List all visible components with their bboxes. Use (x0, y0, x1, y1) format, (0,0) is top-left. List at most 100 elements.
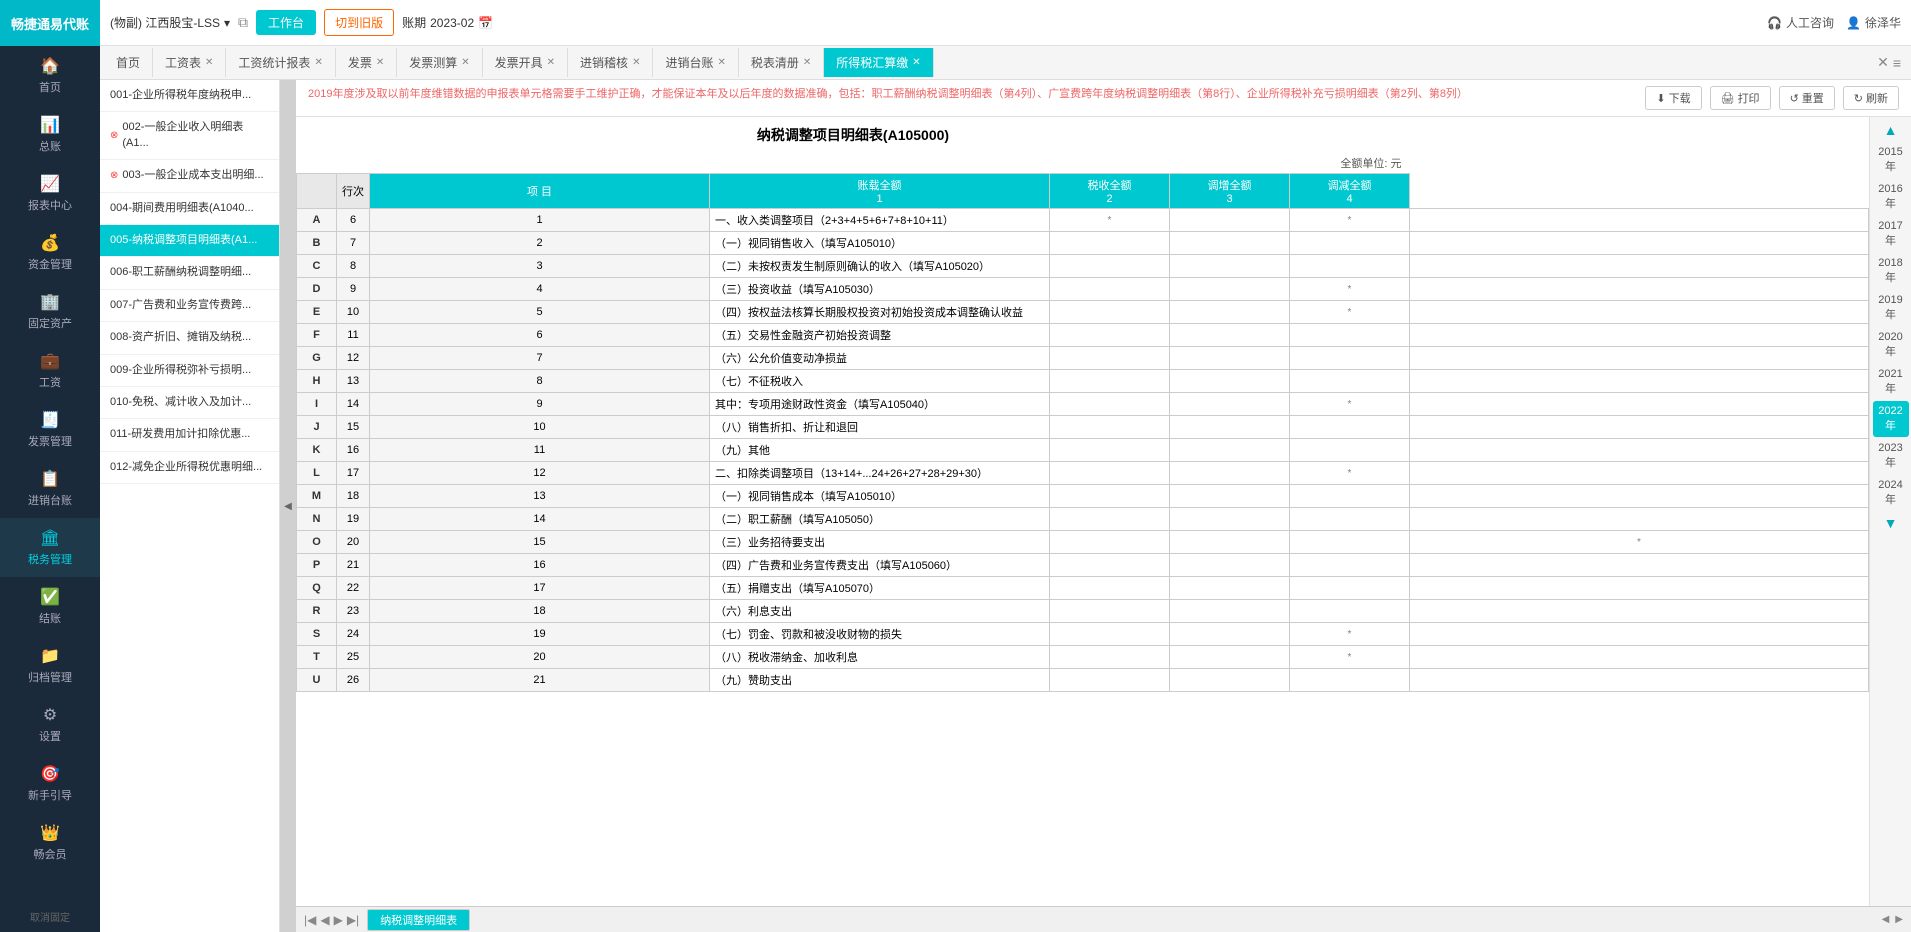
year-button[interactable]: 2019年 (1873, 290, 1909, 326)
download-button[interactable]: ⬇ 下载 (1645, 86, 1701, 110)
refresh-button[interactable]: ↻ 刷新 (1843, 86, 1899, 110)
col3-cell[interactable]: * (1290, 393, 1410, 416)
panel-collapse-button[interactable]: ◀ (280, 80, 296, 932)
col1-cell[interactable] (1050, 485, 1170, 508)
col3-cell[interactable] (1290, 600, 1410, 623)
year-button[interactable]: 2015年 (1873, 142, 1909, 178)
left-item-001[interactable]: 001-企业所得税年度纳税申... (100, 80, 279, 112)
col2-cell[interactable] (1170, 508, 1290, 531)
tab-invoice-close[interactable]: ✕ (376, 57, 384, 68)
col1-cell[interactable] (1050, 531, 1170, 554)
col1-cell[interactable] (1050, 439, 1170, 462)
col1-cell[interactable] (1050, 301, 1170, 324)
table-container[interactable]: 纳税调整项目明细表(A105000) 全额单位: 元 行次 项 目 账载全额1 … (296, 117, 1869, 906)
col1-cell[interactable] (1050, 232, 1170, 255)
sidebar-item-tax[interactable]: 🏛 税务管理 (0, 518, 100, 577)
sidebar-item-close[interactable]: ✅ 结账 (0, 577, 100, 636)
col4-cell[interactable] (1410, 255, 1869, 278)
col2-cell[interactable] (1170, 485, 1290, 508)
workbench-button[interactable]: 工作台 (256, 10, 316, 35)
tab-purchase-ledger-close[interactable]: ✕ (717, 57, 725, 68)
tab-payroll-stats-close[interactable]: ✕ (314, 57, 322, 68)
human-service-link[interactable]: 🎧 人工咨询 (1767, 14, 1834, 31)
sidebar-item-invoice[interactable]: 🧾 发票管理 (0, 400, 100, 459)
tab-close-all-icon[interactable]: ✕ (1877, 54, 1889, 71)
col3-cell[interactable] (1290, 577, 1410, 600)
col4-cell[interactable] (1410, 554, 1869, 577)
tab-invoice-calc[interactable]: 发票测算 ✕ (397, 48, 482, 77)
col3-cell[interactable] (1290, 508, 1410, 531)
company-selector[interactable]: (物副) 江西股宝-LSS ▾ (110, 14, 230, 31)
sidebar-item-home[interactable]: 🏠 首页 (0, 46, 100, 105)
col3-cell[interactable] (1290, 554, 1410, 577)
col4-cell[interactable] (1410, 324, 1869, 347)
sheet-nav-next[interactable]: ▶ (334, 913, 343, 927)
col3-cell[interactable]: * (1290, 209, 1410, 232)
col1-cell[interactable] (1050, 554, 1170, 577)
year-button[interactable]: 2020年 (1873, 327, 1909, 363)
col2-cell[interactable] (1170, 623, 1290, 646)
col3-cell[interactable]: * (1290, 623, 1410, 646)
print-button[interactable]: 🖨 打印 (1710, 86, 1771, 110)
col3-cell[interactable] (1290, 324, 1410, 347)
year-button[interactable]: 2023年 (1873, 438, 1909, 474)
sheet-nav-prev[interactable]: ◀ (320, 913, 329, 927)
tab-invoice[interactable]: 发票 ✕ (336, 48, 397, 77)
col2-cell[interactable] (1170, 370, 1290, 393)
col2-cell[interactable] (1170, 393, 1290, 416)
col4-cell[interactable] (1410, 416, 1869, 439)
col1-cell[interactable] (1050, 324, 1170, 347)
col2-cell[interactable] (1170, 439, 1290, 462)
year-button[interactable]: 2017年 (1873, 216, 1909, 252)
tab-tax-register[interactable]: 税表清册 ✕ (739, 48, 824, 77)
tab-income-tax-close[interactable]: ✕ (912, 57, 920, 68)
col1-cell[interactable] (1050, 278, 1170, 301)
sheet-nav-last[interactable]: ▶| (347, 913, 359, 927)
col4-cell[interactable] (1410, 646, 1869, 669)
col1-cell[interactable] (1050, 623, 1170, 646)
sidebar-item-purchase-sales[interactable]: 📋 进销台账 (0, 459, 100, 518)
col4-cell[interactable] (1410, 600, 1869, 623)
left-item-002[interactable]: ⊗ 002-一般企业收入明细表(A1... (100, 112, 279, 160)
year-button[interactable]: 2024年 (1873, 475, 1909, 511)
tab-home[interactable]: 首页 (104, 48, 153, 77)
tab-menu-icon[interactable]: ≡ (1893, 55, 1901, 71)
tab-payroll[interactable]: 工资表 ✕ (153, 48, 226, 77)
tab-purchase-ledger[interactable]: 进销台账 ✕ (653, 48, 738, 77)
sidebar-item-reports[interactable]: 📈 报表中心 (0, 164, 100, 223)
left-item-009[interactable]: 009-企业所得税弥补亏损明... (100, 355, 279, 387)
sidebar-item-archive[interactable]: 📁 归档管理 (0, 636, 100, 695)
sidebar-item-settings[interactable]: ⚙ 设置 (0, 695, 100, 754)
sheet-tab-adjust[interactable]: 纳税调整明细表 (367, 909, 470, 931)
col1-cell[interactable] (1050, 646, 1170, 669)
col4-cell[interactable] (1410, 232, 1869, 255)
col4-cell[interactable] (1410, 278, 1869, 301)
col3-cell[interactable] (1290, 485, 1410, 508)
col4-cell[interactable] (1410, 485, 1869, 508)
col2-cell[interactable] (1170, 669, 1290, 692)
col3-cell[interactable]: * (1290, 462, 1410, 485)
col2-cell[interactable] (1170, 324, 1290, 347)
col4-cell[interactable] (1410, 669, 1869, 692)
col2-cell[interactable] (1170, 600, 1290, 623)
col4-cell[interactable] (1410, 347, 1869, 370)
col3-cell[interactable] (1290, 370, 1410, 393)
col1-cell[interactable] (1050, 255, 1170, 278)
col4-cell[interactable] (1410, 462, 1869, 485)
tab-purchase-audit-close[interactable]: ✕ (632, 57, 640, 68)
tab-invoice-issue[interactable]: 发票开具 ✕ (483, 48, 568, 77)
left-item-007[interactable]: 007-广告费和业务宣传费跨... (100, 290, 279, 322)
tab-payroll-close[interactable]: ✕ (205, 57, 213, 68)
sheet-nav-first[interactable]: |◀ (304, 913, 316, 927)
col2-cell[interactable] (1170, 255, 1290, 278)
col3-cell[interactable] (1290, 531, 1410, 554)
scroll-left-icon[interactable]: ◀ (1882, 914, 1890, 925)
col1-cell[interactable] (1050, 393, 1170, 416)
col1-cell[interactable] (1050, 416, 1170, 439)
col3-cell[interactable] (1290, 232, 1410, 255)
col3-cell[interactable] (1290, 347, 1410, 370)
col2-cell[interactable] (1170, 347, 1290, 370)
col4-cell[interactable] (1410, 623, 1869, 646)
tab-income-tax[interactable]: 所得税汇算缴 ✕ (824, 48, 933, 77)
col1-cell[interactable] (1050, 669, 1170, 692)
